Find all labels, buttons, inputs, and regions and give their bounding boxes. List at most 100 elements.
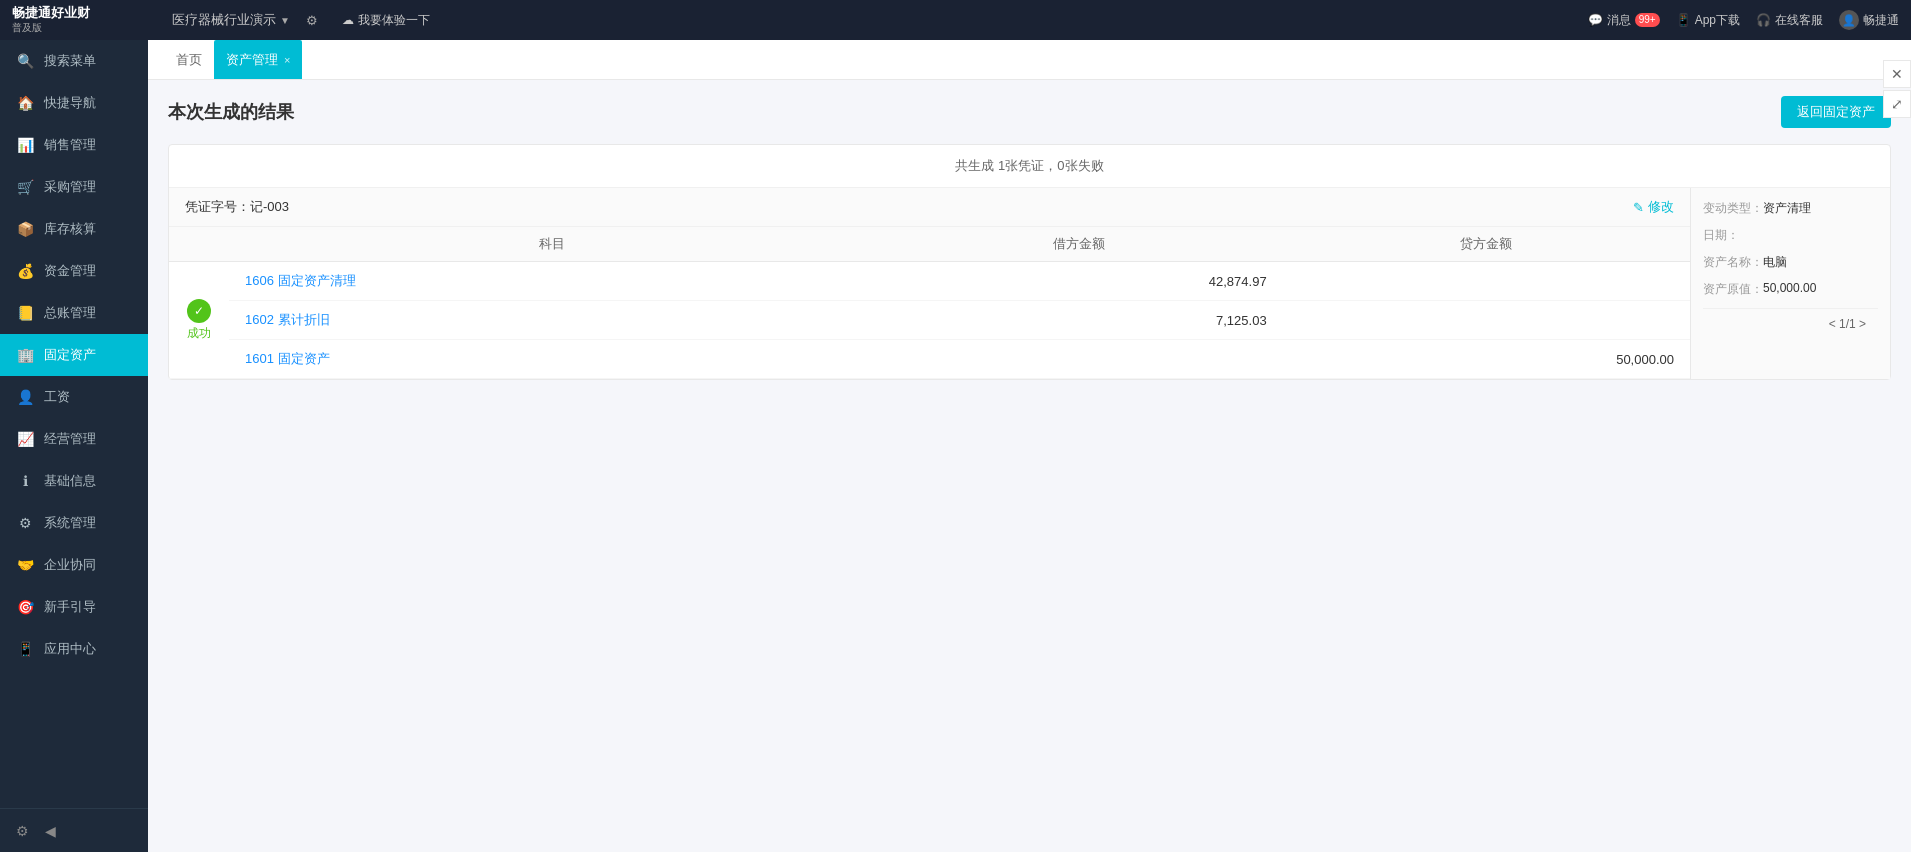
date-label: 日期： bbox=[1703, 227, 1763, 244]
tab-home[interactable]: 首页 bbox=[164, 40, 214, 79]
col-credit-header: 贷方金额 bbox=[1283, 227, 1690, 262]
sidebar: 🔍 搜索菜单 🏠 快捷导航 📊 销售管理 🛒 采购管理 📦 库存核算 💰 资金管… bbox=[0, 40, 148, 852]
date-row: 日期： bbox=[1703, 227, 1878, 244]
sidebar-item-label: 采购管理 bbox=[44, 178, 96, 196]
sidebar-item-sales[interactable]: 📊 销售管理 bbox=[0, 124, 148, 166]
phone-icon: 📱 bbox=[1676, 13, 1691, 27]
page-content: 本次生成的结果 返回固定资产 共生成 1张凭证，0张失败 凭证字号：记-003 … bbox=[148, 80, 1911, 852]
sidebar-item-app-center[interactable]: 📱 应用中心 bbox=[0, 628, 148, 670]
credit-cell: 50,000.00 bbox=[1283, 340, 1690, 379]
cloud-icon: ☁ bbox=[342, 13, 354, 27]
voucher-table: 科目 借方金额 贷方金额 ✓ 成功 1606 固定资产清理 42,874.97 bbox=[169, 227, 1690, 379]
header-right: 💬 消息 99+ 📱 App下载 🎧 在线客服 👤 畅捷通 bbox=[1588, 10, 1899, 30]
edit-button[interactable]: ✎ 修改 bbox=[1633, 198, 1674, 216]
sidebar-item-label: 应用中心 bbox=[44, 640, 96, 658]
change-type-row: 变动类型： 资产清理 bbox=[1703, 200, 1878, 217]
tab-close-icon[interactable]: × bbox=[284, 54, 290, 66]
user-area[interactable]: 👤 畅捷通 bbox=[1839, 10, 1899, 30]
close-panel-button[interactable]: ✕ bbox=[1883, 60, 1911, 88]
sidebar-item-basic-info[interactable]: ℹ 基础信息 bbox=[0, 460, 148, 502]
sales-icon: 📊 bbox=[16, 136, 34, 154]
message-label: 消息 bbox=[1607, 12, 1631, 29]
sidebar-item-system[interactable]: ⚙ 系统管理 bbox=[0, 502, 148, 544]
basic-info-icon: ℹ bbox=[16, 472, 34, 490]
app-download-label: App下载 bbox=[1695, 12, 1740, 29]
message-icon: 💬 bbox=[1588, 13, 1603, 27]
edit-icon: ✎ bbox=[1633, 200, 1644, 215]
content-area: 首页 资产管理 × 本次生成的结果 返回固定资产 共生成 1张凭证，0张失败 bbox=[148, 40, 1911, 852]
sidebar-item-label: 固定资产 bbox=[44, 346, 96, 364]
col-status-header bbox=[169, 227, 229, 262]
sidebar-item-label: 快捷导航 bbox=[44, 94, 96, 112]
quick-nav-icon: 🏠 bbox=[16, 94, 34, 112]
sidebar-collapse-icon[interactable]: ◀ bbox=[45, 823, 56, 839]
credit-cell bbox=[1283, 301, 1690, 340]
voucher-number: 凭证字号：记-003 bbox=[185, 198, 289, 216]
sidebar-settings-icon[interactable]: ⚙ bbox=[16, 823, 29, 839]
original-value-value: 50,000.00 bbox=[1763, 281, 1816, 298]
asset-name-label: 资产名称： bbox=[1703, 254, 1763, 271]
sidebar-item-enterprise[interactable]: 🤝 企业协同 bbox=[0, 544, 148, 586]
table-row: 1601 固定资产 50,000.00 bbox=[169, 340, 1690, 379]
sidebar-item-search[interactable]: 🔍 搜索菜单 bbox=[0, 40, 148, 82]
return-button[interactable]: 返回固定资产 bbox=[1781, 96, 1891, 128]
debit-cell: 42,874.97 bbox=[875, 262, 1282, 301]
experience-label: 我要体验一下 bbox=[358, 12, 430, 29]
sidebar-item-fixed-assets[interactable]: 🏢 固定资产 bbox=[0, 334, 148, 376]
edit-label: 修改 bbox=[1648, 198, 1674, 216]
company-selector[interactable]: 医疗器械行业演示 ▼ bbox=[172, 11, 290, 29]
app-download-action[interactable]: 📱 App下载 bbox=[1676, 12, 1740, 29]
sidebar-scroll: 🔍 搜索菜单 🏠 快捷导航 📊 销售管理 🛒 采购管理 📦 库存核算 💰 资金管… bbox=[0, 40, 148, 808]
top-header: 畅捷通好业财 普及版 医疗器械行业演示 ▼ ⚙ ☁ 我要体验一下 💬 消息 99… bbox=[0, 0, 1911, 40]
settings-icon-btn[interactable]: ⚙ bbox=[298, 6, 326, 34]
debit-cell: 7,125.03 bbox=[875, 301, 1282, 340]
expand-panel-button[interactable]: ⤢ bbox=[1883, 90, 1911, 118]
sidebar-item-finance[interactable]: 💰 资金管理 bbox=[0, 250, 148, 292]
pagination[interactable]: < 1/1 > bbox=[1703, 308, 1878, 339]
sidebar-item-label: 企业协同 bbox=[44, 556, 96, 574]
customer-service-action[interactable]: 🎧 在线客服 bbox=[1756, 12, 1823, 29]
logo-area: 畅捷通好业财 普及版 bbox=[12, 5, 152, 35]
subject-cell: 1601 固定资产 bbox=[229, 340, 875, 379]
sidebar-item-label: 销售管理 bbox=[44, 136, 96, 154]
voucher-main: 凭证字号：记-003 ✎ 修改 科目 借方金额 bbox=[169, 188, 1690, 379]
operations-icon: 📈 bbox=[16, 430, 34, 448]
credit-cell bbox=[1283, 262, 1690, 301]
change-type-label: 变动类型： bbox=[1703, 200, 1763, 217]
tab-label: 资产管理 bbox=[226, 51, 278, 69]
change-type-value: 资产清理 bbox=[1763, 200, 1811, 217]
sidebar-bottom: ⚙ ◀ bbox=[0, 808, 148, 852]
original-value-label: 资产原值： bbox=[1703, 281, 1763, 298]
sidebar-item-operations[interactable]: 📈 经营管理 bbox=[0, 418, 148, 460]
enterprise-icon: 🤝 bbox=[16, 556, 34, 574]
voucher-container: 凭证字号：记-003 ✎ 修改 科目 借方金额 bbox=[169, 188, 1890, 379]
sidebar-item-label: 资金管理 bbox=[44, 262, 96, 280]
sidebar-item-label: 总账管理 bbox=[44, 304, 96, 322]
payroll-icon: 👤 bbox=[16, 388, 34, 406]
logo-subtitle: 普及版 bbox=[12, 21, 42, 35]
app-center-icon: 📱 bbox=[16, 640, 34, 658]
sidebar-item-label: 工资 bbox=[44, 388, 70, 406]
success-text: 成功 bbox=[185, 325, 213, 342]
guide-icon: 🎯 bbox=[16, 598, 34, 616]
sidebar-item-inventory[interactable]: 📦 库存核算 bbox=[0, 208, 148, 250]
message-action[interactable]: 💬 消息 99+ bbox=[1588, 12, 1660, 29]
experience-btn[interactable]: ☁ 我要体验一下 bbox=[342, 12, 430, 29]
debit-cell bbox=[875, 340, 1282, 379]
result-summary: 共生成 1张凭证，0张失败 bbox=[169, 145, 1890, 188]
voucher-info-panel: 变动类型： 资产清理 日期： 资产名称： 电脑 资产原值： bbox=[1690, 188, 1890, 379]
customer-service-label: 在线客服 bbox=[1775, 12, 1823, 29]
company-name: 医疗器械行业演示 bbox=[172, 11, 276, 29]
sidebar-item-purchase[interactable]: 🛒 采购管理 bbox=[0, 166, 148, 208]
panel-controls: ✕ ⤢ bbox=[1883, 60, 1911, 118]
message-badge: 99+ bbox=[1635, 13, 1660, 27]
main-layout: 🔍 搜索菜单 🏠 快捷导航 📊 销售管理 🛒 采购管理 📦 库存核算 💰 资金管… bbox=[0, 40, 1911, 852]
sidebar-item-quick-nav[interactable]: 🏠 快捷导航 bbox=[0, 82, 148, 124]
sidebar-item-guide[interactable]: 🎯 新手引导 bbox=[0, 586, 148, 628]
sidebar-item-payroll[interactable]: 👤 工资 bbox=[0, 376, 148, 418]
tab-asset-management[interactable]: 资产管理 × bbox=[214, 40, 302, 79]
fixed-assets-icon: 🏢 bbox=[16, 346, 34, 364]
sidebar-item-label: 搜索菜单 bbox=[44, 52, 96, 70]
sidebar-item-ledger[interactable]: 📒 总账管理 bbox=[0, 292, 148, 334]
table-row: 1602 累计折旧 7,125.03 bbox=[169, 301, 1690, 340]
